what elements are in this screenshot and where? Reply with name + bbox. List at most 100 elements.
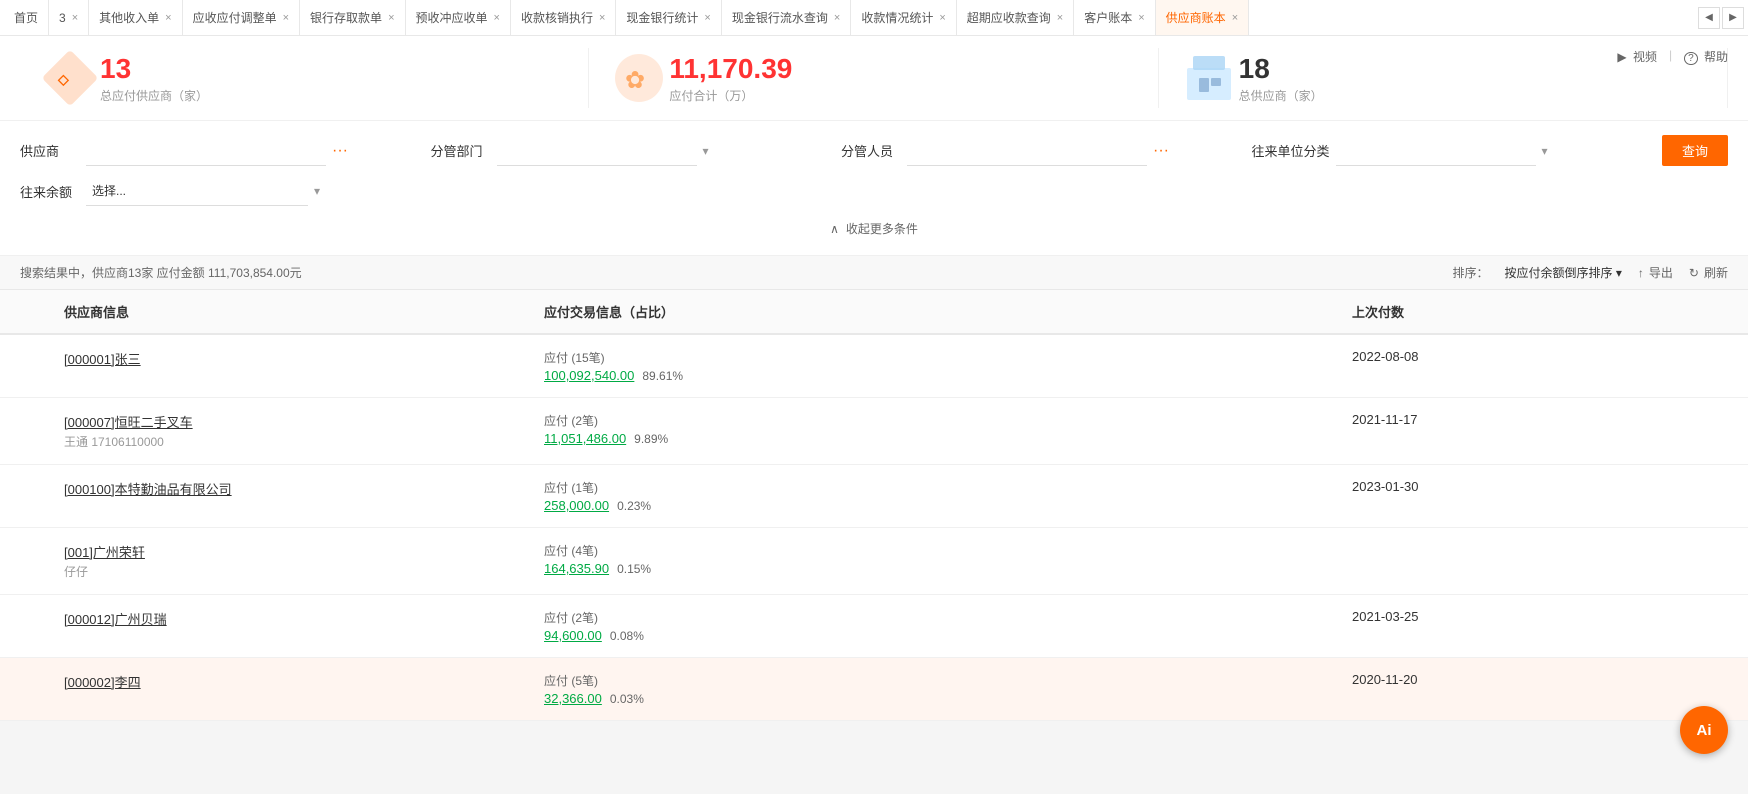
row-5-supplier-link[interactable]: [000012]广州贝瑞 (64, 612, 167, 627)
nav-tab-collect-stat[interactable]: 收款情况统计 × (851, 0, 956, 36)
nav-tab-supplier-account[interactable]: 供应商账本 × (1156, 0, 1249, 36)
nav-tab-3[interactable]: 3 × (49, 0, 89, 36)
filter-balance: 往来余额 选择... ▾ (20, 176, 320, 206)
person-filter-input[interactable] (907, 136, 1147, 166)
row-1-extra (1648, 347, 1728, 351)
balance-filter-label: 往来余额 (20, 182, 80, 201)
filter-category: 往来单位分类 ▾ (1252, 136, 1651, 166)
nav-tab-collect-exec[interactable]: 收款核销执行 × (511, 0, 616, 36)
row-6-supplier-link[interactable]: [000002]李四 (64, 675, 141, 690)
nav-tab-prepay-collect[interactable]: 预收冲应收单 × (406, 0, 511, 36)
supplier-filter-input[interactable] (86, 136, 326, 166)
nav-tab-bank-deposit-close[interactable]: × (388, 12, 394, 24)
dept-filter-select[interactable] (497, 136, 697, 166)
refresh-label: 刷新 (1704, 264, 1728, 281)
query-button[interactable]: 查询 (1662, 135, 1728, 166)
nav-arrow-left[interactable]: ◀ (1698, 7, 1720, 29)
row-5-supplier: [000012]广州贝瑞 (60, 607, 540, 630)
row-3-amount-link[interactable]: 258,000.00 (544, 498, 609, 513)
table-header: 供应商信息 应付交易信息（占比） 上次付数 (0, 290, 1748, 335)
category-filter-select[interactable] (1336, 136, 1536, 166)
row-6-num (20, 670, 60, 674)
nav-tab-prepay-collect-close[interactable]: × (494, 12, 500, 24)
row-3-transaction: 应付 (1笔) 258,000.00 0.23% (540, 477, 1348, 515)
header-transaction: 应付交易信息（占比） (540, 300, 1348, 323)
table-row: [001]广州荣轩 仔仔 应付 (4笔) 164,635.90 0.15% (0, 528, 1748, 595)
nav-tab-cash-bank-flow-label: 现金银行流水查询 (732, 9, 828, 26)
filter-dept: 分管部门 ▾ (431, 136, 830, 166)
refresh-button[interactable]: 刷新 (1689, 264, 1728, 281)
row-4-last-pay (1348, 540, 1648, 544)
nav-tab-supplier-account-close[interactable]: × (1232, 12, 1238, 24)
row-6-amount-link[interactable]: 32,366.00 (544, 691, 602, 706)
nav-tab-collect-stat-close[interactable]: × (939, 12, 945, 24)
row-1-transaction: 应付 (15笔) 100,092,540.00 89.61% (540, 347, 1348, 385)
person-filter-label: 分管人员 (841, 141, 901, 160)
nav-tab-3-label: 3 (59, 11, 66, 25)
row-4-extra (1648, 540, 1728, 544)
nav-tab-3-close[interactable]: × (72, 12, 78, 24)
filter-supplier: 供应商 ··· (20, 136, 419, 166)
summary-total-suppliers-content: 18 总供应商（家） (1239, 52, 1323, 105)
nav-tab-cash-bank-stat[interactable]: 现金银行统计 × (616, 0, 721, 36)
row-1-num (20, 347, 60, 351)
nav-tab-customer-account[interactable]: 客户账本 × (1074, 0, 1155, 36)
nav-tab-overdue-collect[interactable]: 超期应收款查询 × (957, 0, 1074, 36)
row-5-amount-label: 应付 (2笔) (544, 609, 1344, 626)
nav-tab-overdue-collect-close[interactable]: × (1057, 12, 1063, 24)
nav-tab-cash-bank-flow[interactable]: 现金银行流水查询 × (722, 0, 851, 36)
row-5-transaction: 应付 (2笔) 94,600.00 0.08% (540, 607, 1348, 645)
supplier-filter-dots[interactable]: ··· (332, 142, 348, 160)
nav-tab-cash-bank-stat-label: 现金银行统计 (626, 9, 698, 26)
nav-tab-other-income-close[interactable]: × (165, 12, 171, 24)
store-icon (1179, 48, 1239, 108)
filter-person: 分管人员 ··· (841, 136, 1240, 166)
nav-tab-collect-exec-close[interactable]: × (599, 12, 605, 24)
row-2-amount-label: 应付 (2笔) (544, 412, 1344, 429)
nav-tab-customer-account-close[interactable]: × (1138, 12, 1144, 24)
row-4-amount-link[interactable]: 164,635.90 (544, 561, 609, 576)
row-3-extra (1648, 477, 1728, 481)
sort-value-text: 按应付余额倒序排序 (1505, 266, 1613, 280)
filter-row-1: 供应商 ··· 分管部门 ▾ 分管人员 ··· 往来单位分类 ▾ 查询 (20, 135, 1728, 166)
table-row: [000007]恒旺二手叉车 王通 17106110000 应付 (2笔) 11… (0, 398, 1748, 465)
row-3-supplier-link[interactable]: [000100]本特勤油品有限公司 (64, 482, 232, 497)
row-1-last-pay: 2022-08-08 (1348, 347, 1648, 366)
row-2-last-pay: 2021-11-17 (1348, 410, 1648, 429)
nav-tab-ap-adjust-close[interactable]: × (283, 12, 289, 24)
help-link[interactable]: 帮助 (1684, 48, 1728, 65)
nav-tab-collect-stat-label: 收款情况统计 (861, 9, 933, 26)
nav-tab-home-label: 首页 (14, 9, 38, 26)
row-3-pct: 0.23% (617, 499, 651, 513)
sort-value-selector[interactable]: 按应付余额倒序排序 ▾ (1505, 264, 1622, 281)
nav-arrow-right[interactable]: ▶ (1722, 7, 1744, 29)
header-num (20, 300, 60, 323)
row-1-supplier-link[interactable]: [000001]张三 (64, 352, 141, 367)
nav-tab-bank-deposit[interactable]: 银行存取款单 × (300, 0, 405, 36)
table-body: [000001]张三 应付 (15笔) 100,092,540.00 89.61… (0, 335, 1748, 721)
export-button[interactable]: 导出 (1638, 264, 1673, 281)
video-link[interactable]: 视频 (1617, 48, 1657, 65)
collapse-button[interactable]: 收起更多条件 (818, 216, 930, 241)
nav-tab-home[interactable]: 首页 (4, 0, 49, 36)
row-2-supplier-link[interactable]: [000007]恒旺二手叉车 (64, 415, 193, 430)
payable-amount-number: 11,170.39 (669, 52, 792, 86)
nav-tab-cash-bank-stat-close[interactable]: × (704, 12, 710, 24)
row-3-last-pay: 2023-01-30 (1348, 477, 1648, 496)
svg-text:✿: ✿ (625, 67, 645, 94)
summary-help: 视频 | 帮助 (1617, 48, 1728, 65)
row-2-pct: 9.89% (634, 432, 668, 446)
nav-tab-other-income[interactable]: 其他收入单 × (89, 0, 182, 36)
top-navigation: 首页 3 × 其他收入单 × 应收应付调整单 × 银行存取款单 × 预收冲应收单… (0, 0, 1748, 36)
person-filter-dots[interactable]: ··· (1153, 142, 1169, 160)
summary-payable-suppliers: ◇ 13 总应付供应商（家） (20, 48, 589, 108)
row-1-amount-link[interactable]: 100,092,540.00 (544, 368, 634, 383)
row-5-amount-link[interactable]: 94,600.00 (544, 628, 602, 643)
row-4-supplier-link[interactable]: [001]广州荣轩 (64, 545, 145, 560)
balance-filter-select[interactable]: 选择... (86, 176, 308, 206)
nav-tab-ap-adjust[interactable]: 应收应付调整单 × (183, 0, 300, 36)
row-2-supplier-sub: 王通 17106110000 (64, 433, 536, 450)
row-2-amount-link[interactable]: 11,051,486.00 (544, 431, 626, 446)
ai-button[interactable]: Ai (1680, 706, 1728, 754)
nav-tab-cash-bank-flow-close[interactable]: × (834, 12, 840, 24)
